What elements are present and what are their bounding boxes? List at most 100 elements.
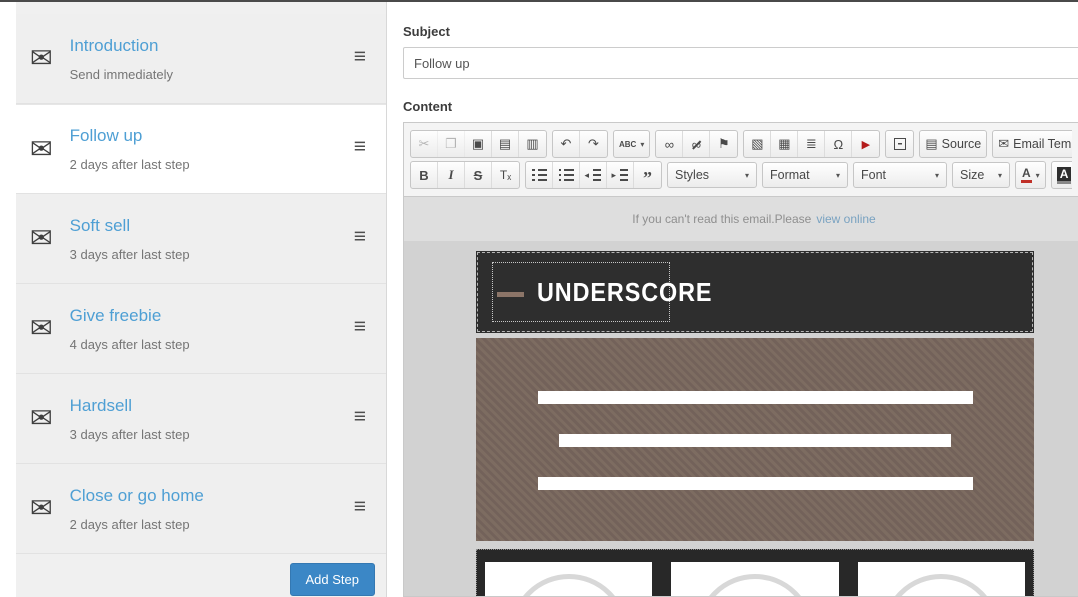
italic-button[interactable]: I (438, 162, 465, 188)
subject-label: Subject (403, 24, 1078, 39)
source-label: Source (942, 137, 982, 151)
special-char-button[interactable]: Ω (825, 131, 852, 157)
horizontal-rule-button[interactable]: ≣ (798, 131, 825, 157)
envelope-icon: ✉ (30, 405, 53, 432)
step-item-soft-sell[interactable]: ✉ Soft sell 3 days after last step ≡ (16, 194, 386, 284)
drag-handle-icon[interactable]: ≡ (354, 225, 366, 249)
chevron-down-icon: ▾ (998, 171, 1002, 180)
maximize-button[interactable] (886, 131, 913, 157)
envelope-icon: ✉ (30, 225, 53, 252)
drag-handle-icon[interactable]: ≡ (354, 45, 366, 69)
add-step-button[interactable]: Add Step (290, 563, 376, 596)
content-label: Content (403, 99, 1078, 114)
image-button[interactable]: ▧ (744, 131, 771, 157)
view-online-link[interactable]: view online (816, 212, 875, 226)
undo-button[interactable]: ↶ (553, 131, 580, 157)
step-item-introduction[interactable]: ✉ Introduction Send immediately ≡ (16, 14, 386, 104)
background-color-button[interactable]: A▾ (1052, 162, 1072, 188)
outdent-icon (586, 169, 601, 181)
text-color-button[interactable]: A▾ (1016, 162, 1045, 188)
horizontal-rule-icon: ≣ (806, 136, 817, 152)
anchor-button[interactable]: ⚑ (710, 131, 737, 157)
size-dropdown[interactable]: Size ▾ (952, 162, 1010, 188)
bullet-list-button[interactable] (553, 162, 580, 188)
toolbar-row-1: ✂ ❐ ▣ ▤ ▥ ↶ ↷ ABC▾ ∞ ∞ (410, 130, 1072, 158)
source-button[interactable]: ▤ Source (920, 131, 986, 157)
logo-region[interactable]: UNDERSCORE (492, 262, 670, 322)
copy-button[interactable]: ❐ (438, 131, 465, 157)
step-item-hardsell[interactable]: ✉ Hardsell 3 days after last step ≡ (16, 374, 386, 464)
paste-from-word-button[interactable]: ▥ (519, 131, 546, 157)
maximize-icon (894, 138, 906, 150)
chevron-down-icon: ▾ (1036, 171, 1040, 180)
youtube-button[interactable]: ▶ (852, 131, 879, 157)
envelope-icon: ✉ (30, 315, 53, 342)
step-subtitle: 3 days after last step (70, 247, 190, 262)
step-title-link[interactable]: Hardsell (70, 396, 190, 416)
chevron-down-icon: ▾ (935, 171, 939, 180)
rich-text-editor: ✂ ❐ ▣ ▤ ▥ ↶ ↷ ABC▾ ∞ ∞ (403, 122, 1078, 597)
link-button[interactable]: ∞ (656, 131, 683, 157)
font-dropdown-label: Font (861, 168, 886, 182)
background-color-icon: A (1057, 167, 1072, 184)
paste-as-text-button[interactable]: ▤ (492, 131, 519, 157)
email-sequence-builder: ✉ Introduction Send immediately ≡ ✉ Foll… (0, 2, 1078, 597)
subject-input[interactable] (403, 47, 1078, 79)
bold-button[interactable]: B (411, 162, 438, 188)
source-icon: ▤ (925, 136, 937, 152)
paste-as-text-icon: ▤ (499, 136, 511, 152)
redo-button[interactable]: ↷ (580, 131, 607, 157)
step-item-close-or-go-home[interactable]: ✉ Close or go home 2 days after last ste… (16, 464, 386, 554)
step-subtitle: 4 days after last step (70, 337, 190, 352)
step-title-link[interactable]: Give freebie (70, 306, 190, 326)
email-header-block[interactable]: UNDERSCORE (476, 251, 1034, 333)
email-templates-button[interactable]: ✉Email Templates (993, 131, 1072, 157)
drag-handle-icon[interactable]: ≡ (354, 495, 366, 519)
styles-dropdown-label: Styles (675, 168, 709, 182)
drag-handle-icon[interactable]: ≡ (354, 135, 366, 159)
paste-button[interactable]: ▣ (465, 131, 492, 157)
format-dropdown[interactable]: Format ▾ (762, 162, 848, 188)
spellcheck-button[interactable]: ABC▾ (614, 131, 649, 157)
feature-card (671, 562, 838, 596)
outdent-button[interactable] (580, 162, 607, 188)
email-body-block[interactable] (476, 338, 1034, 541)
step-title-link[interactable]: Soft sell (70, 216, 190, 236)
table-icon: ▦ (778, 136, 790, 152)
step-subtitle: 3 days after last step (70, 427, 190, 442)
indent-icon (613, 169, 628, 181)
editor-canvas[interactable]: If you can't read this email.Please view… (404, 197, 1078, 596)
step-title-link[interactable]: Close or go home (70, 486, 204, 506)
preheader-text: If you can't read this email.Please (632, 212, 811, 226)
chevron-down-icon: ▾ (836, 171, 840, 180)
cut-button[interactable]: ✂ (411, 131, 438, 157)
envelope-icon: ✉ (30, 45, 53, 72)
step-title-link[interactable]: Follow up (70, 126, 190, 146)
step-item-give-freebie[interactable]: ✉ Give freebie 4 days after last step ≡ (16, 284, 386, 374)
blockquote-button[interactable]: ” (634, 162, 661, 188)
image-icon: ▧ (751, 136, 763, 152)
styles-dropdown[interactable]: Styles ▾ (667, 162, 757, 188)
text-placeholder-bar (559, 434, 951, 447)
undo-icon: ↶ (561, 136, 572, 152)
youtube-icon: ▶ (862, 138, 870, 151)
drag-handle-icon[interactable]: ≡ (354, 315, 366, 339)
email-preview[interactable]: UNDERSCORE (476, 251, 1034, 596)
text-placeholder-bar (538, 391, 973, 404)
remove-format-button[interactable]: Tₓ (492, 162, 519, 188)
table-button[interactable]: ▦ (771, 131, 798, 157)
email-templates-label: Email Templates (1013, 137, 1072, 151)
strikethrough-button[interactable]: S (465, 162, 492, 188)
drag-handle-icon[interactable]: ≡ (354, 405, 366, 429)
unlink-button[interactable]: ∞ (683, 131, 710, 157)
email-footer-block[interactable] (476, 549, 1034, 596)
step-title-link[interactable]: Introduction (70, 36, 173, 56)
ordered-list-button[interactable] (526, 162, 553, 188)
cut-icon: ✂ (419, 136, 430, 152)
special-char-icon: Ω (834, 137, 844, 152)
indent-button[interactable] (607, 162, 634, 188)
link-icon: ∞ (665, 137, 674, 152)
step-item-follow-up[interactable]: ✉ Follow up 2 days after last step ≡ (16, 104, 386, 194)
font-dropdown[interactable]: Font ▾ (853, 162, 947, 188)
unlink-icon: ∞ (692, 137, 701, 152)
